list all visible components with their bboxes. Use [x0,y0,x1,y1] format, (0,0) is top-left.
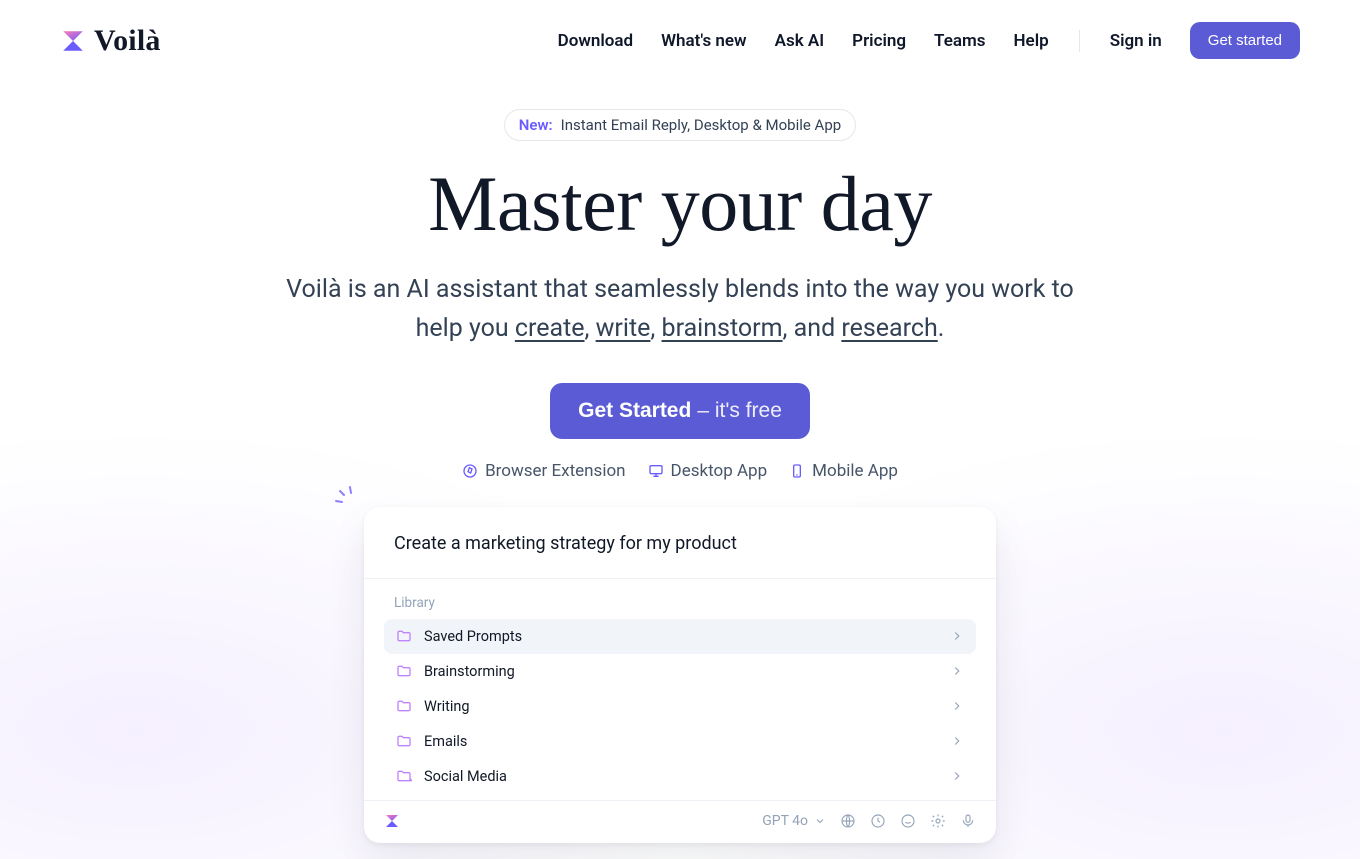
monitor-icon [648,463,664,479]
platform-mobile[interactable]: Mobile App [789,461,898,481]
library-list: Saved Prompts Brainstorming Writing Emai… [364,619,996,800]
platform-links: Browser Extension Desktop App Mobile App [462,461,898,481]
nav-teams[interactable]: Teams [934,31,985,51]
site-header: Voilà Download What's new Ask AI Pricing… [0,0,1360,59]
platform-mobile-label: Mobile App [812,461,898,481]
brand-name: Voilà [94,24,161,58]
folder-icon [396,628,412,644]
get-started-button[interactable]: Get started [1190,22,1300,59]
library-section-label: Library [364,579,996,619]
compass-icon [462,463,478,479]
subtitle-link-create[interactable]: create [515,314,585,343]
announcement-new-label: New: [519,116,553,134]
library-item-social-media[interactable]: Social Media [384,759,976,794]
library-item-label: Emails [424,733,467,750]
cta-get-started-button[interactable]: Get Started – it's free [550,383,810,439]
nav-help[interactable]: Help [1014,31,1049,51]
app-preview-wrap: Create a marketing strategy for my produ… [364,507,996,843]
subtitle-link-write[interactable]: write [596,314,651,343]
folder-icon [396,698,412,714]
chevron-down-icon [814,815,826,827]
chevron-right-icon [950,699,964,713]
model-selector[interactable]: GPT 4o [762,813,826,829]
app-preview-card: Create a marketing strategy for my produ… [364,507,996,843]
chevron-right-icon [950,769,964,783]
platform-browser[interactable]: Browser Extension [462,461,625,481]
logo-mark-icon [60,28,86,54]
library-item-emails[interactable]: Emails [384,724,976,759]
globe-icon[interactable] [840,813,856,829]
library-item-label: Brainstorming [424,663,515,680]
chevron-right-icon [950,664,964,678]
mic-icon[interactable] [960,813,976,829]
cta-suffix-label: – it's free [697,399,782,423]
platform-desktop-label: Desktop App [671,461,768,481]
library-item-label: Writing [424,698,470,715]
announcement-text: Instant Email Reply, Desktop & Mobile Ap… [561,116,842,134]
nav-signin[interactable]: Sign in [1110,31,1162,51]
cta-main-label: Get Started [578,399,691,423]
footer-logo-icon [384,813,400,829]
nav-whats-new[interactable]: What's new [661,31,747,51]
library-item-brainstorming[interactable]: Brainstorming [384,654,976,689]
chevron-right-icon [950,629,964,643]
platform-desktop[interactable]: Desktop App [648,461,768,481]
subtitle-link-brainstorm[interactable]: brainstorm [662,314,783,343]
folder-icon [396,768,412,784]
library-item-label: Saved Prompts [424,628,522,645]
prompt-input[interactable]: Create a marketing strategy for my produ… [364,507,996,579]
nav-ask-ai[interactable]: Ask AI [775,31,825,51]
clock-icon[interactable] [870,813,886,829]
subtitle-link-research[interactable]: research [841,314,937,343]
model-label: GPT 4o [762,813,808,829]
page-subtitle: Voilà is an AI assistant that seamlessly… [270,271,1090,349]
nav-download[interactable]: Download [558,31,633,51]
page-title: Master your day [428,159,932,249]
library-item-writing[interactable]: Writing [384,689,976,724]
library-item-saved-prompts[interactable]: Saved Prompts [384,619,976,654]
chevron-right-icon [950,734,964,748]
hero-section: New: Instant Email Reply, Desktop & Mobi… [0,109,1360,843]
smartphone-icon [789,463,805,479]
main-nav: Download What's new Ask AI Pricing Teams… [558,22,1300,59]
spark-icon [334,485,364,515]
folder-icon [396,733,412,749]
nav-divider [1079,30,1080,52]
gear-icon[interactable] [930,813,946,829]
folder-icon [396,663,412,679]
library-item-label: Social Media [424,768,507,785]
nav-pricing[interactable]: Pricing [852,31,906,51]
smile-icon[interactable] [900,813,916,829]
announcement-pill[interactable]: New: Instant Email Reply, Desktop & Mobi… [504,109,856,141]
app-footer: GPT 4o [364,800,996,843]
platform-browser-label: Browser Extension [485,461,625,481]
brand-logo[interactable]: Voilà [60,24,161,58]
